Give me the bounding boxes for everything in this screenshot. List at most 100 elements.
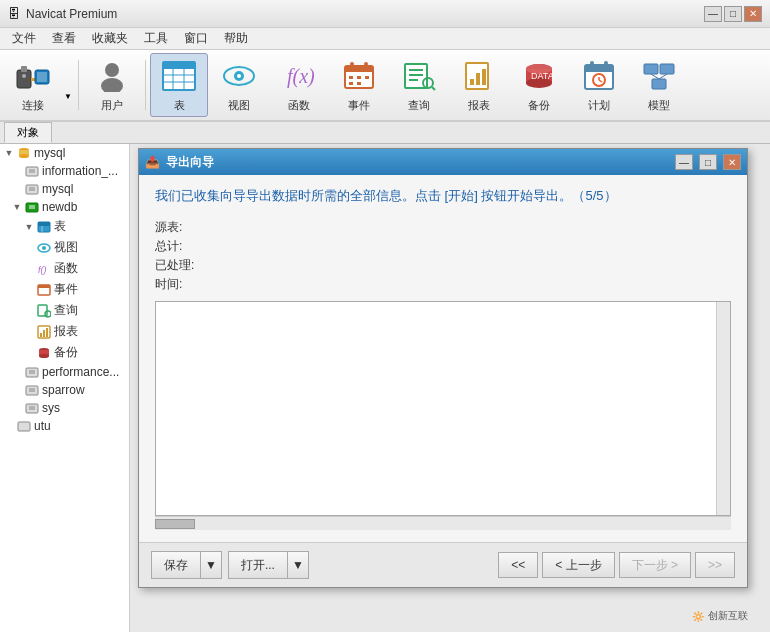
svg-rect-79 (46, 328, 48, 337)
app-close-btn[interactable]: ✕ (744, 6, 762, 22)
brand-text: 创新互联 (708, 609, 748, 623)
menu-file[interactable]: 文件 (4, 28, 44, 49)
newdb-label: newdb (42, 200, 77, 214)
svg-line-32 (432, 87, 435, 90)
horizontal-scrollbar[interactable] (155, 516, 731, 530)
backup-group-icon (37, 346, 51, 360)
title-bar: 🗄 Navicat Premium — □ ✕ (0, 0, 770, 28)
toolbar-connect-btn[interactable]: 连接 (4, 53, 62, 117)
menu-window[interactable]: 窗口 (176, 28, 216, 49)
app-maximize-btn[interactable]: □ (724, 6, 742, 22)
open-dropdown-btn[interactable]: ▼ (288, 552, 308, 578)
svg-point-56 (19, 154, 29, 158)
svg-rect-77 (40, 333, 42, 337)
time-label: 时间: (155, 276, 205, 293)
brand-icon: 🔆 (692, 611, 704, 622)
toolbar-schedule-btn[interactable]: 计划 (570, 53, 628, 117)
sidebar-item-newdb-view[interactable]: 视图 (0, 237, 129, 258)
sidebar-item-newdb[interactable]: ▼ newdb (0, 198, 129, 216)
toolbar-model-btn[interactable]: 模型 (630, 53, 688, 117)
sidebar-item-newdb-table[interactable]: ▼ 表 (0, 216, 129, 237)
model-label: 模型 (648, 98, 670, 113)
mysql-arrow: ▼ (4, 148, 14, 158)
menu-favorites[interactable]: 收藏夹 (84, 28, 136, 49)
svg-rect-0 (17, 70, 31, 88)
svg-text:f(): f() (38, 265, 47, 275)
svg-point-70 (42, 246, 46, 250)
svg-text:DATA: DATA (531, 71, 554, 81)
open-btn[interactable]: 打开... (229, 552, 287, 578)
schedule-label: 计划 (588, 98, 610, 113)
newtable-arrow: ▼ (24, 222, 34, 232)
total-label: 总计: (155, 238, 205, 255)
sidebar-item-sparrow[interactable]: sparrow (0, 381, 129, 399)
svg-rect-22 (349, 76, 353, 79)
user-icon (94, 58, 130, 94)
menu-view[interactable]: 查看 (44, 28, 84, 49)
vertical-scrollbar[interactable] (716, 302, 730, 515)
toolbar-user-btn[interactable]: 用户 (83, 53, 141, 117)
dialog-overlay: 📤 导出向导 — □ ✕ 我们已收集向导导出数据时所需的全部信息。点击 [开始]… (130, 144, 770, 632)
svg-rect-78 (43, 330, 45, 337)
sidebar-item-newdb-backup[interactable]: 备份 (0, 342, 129, 363)
newdb-event-label: 事件 (54, 281, 78, 298)
view-icon (221, 58, 257, 94)
dialog-minimize-btn[interactable]: — (675, 154, 693, 170)
toolbar-table-btn[interactable]: 表 (150, 53, 208, 117)
svg-rect-50 (660, 64, 674, 74)
query-icon (401, 58, 437, 94)
svg-line-53 (659, 74, 667, 79)
svg-point-6 (105, 63, 119, 77)
sidebar-item-utu[interactable]: utu (0, 417, 129, 435)
svg-point-20 (350, 62, 354, 66)
dialog-maximize-btn[interactable]: □ (699, 154, 717, 170)
svg-rect-19 (345, 66, 373, 72)
svg-text:f(x): f(x) (287, 65, 315, 88)
save-dropdown-btn[interactable]: ▼ (201, 552, 221, 578)
log-area[interactable] (155, 301, 731, 516)
sidebar-item-newdb-report[interactable]: 报表 (0, 321, 129, 342)
connect-icon (15, 58, 51, 94)
sidebar-item-newdb-event[interactable]: 事件 (0, 279, 129, 300)
content-area: 📤 导出向导 — □ ✕ 我们已收集向导导出数据时所需的全部信息。点击 [开始]… (130, 144, 770, 632)
toolbar-backup-btn[interactable]: DATA 备份 (510, 53, 568, 117)
dialog-close-btn[interactable]: ✕ (723, 154, 741, 170)
sidebar-item-newdb-query[interactable]: 查询 (0, 300, 129, 321)
connect-dropdown-btn[interactable]: ▼ (62, 53, 74, 117)
toolbar-event-btn[interactable]: 事件 (330, 53, 388, 117)
nav-prev-btn[interactable]: < 上一步 (542, 552, 614, 578)
dialog-footer: 保存 ▼ 打开... ▼ << < 上一步 下一步 > >> (139, 542, 747, 587)
dialog-message: 我们已收集向导导出数据时所需的全部信息。点击 [开始] 按钮开始导出。（5/5） (155, 187, 731, 205)
app-minimize-btn[interactable]: — (704, 6, 722, 22)
backup-label: 备份 (528, 98, 550, 113)
menu-tools[interactable]: 工具 (136, 28, 176, 49)
nav-next-btn[interactable]: 下一步 > (619, 552, 691, 578)
sidebar-item-sys[interactable]: sys (0, 399, 129, 417)
sidebar-item-newdb-func[interactable]: f() 函数 (0, 258, 129, 279)
function-icon: f(x) (281, 58, 317, 94)
tab-objects[interactable]: 对象 (4, 122, 52, 143)
backup-icon: DATA (521, 58, 557, 94)
nav-first-btn[interactable]: << (498, 552, 538, 578)
toolbar-function-btn[interactable]: f(x) 函数 (270, 53, 328, 117)
menu-help[interactable]: 帮助 (216, 28, 256, 49)
nav-last-btn[interactable]: >> (695, 552, 735, 578)
toolbar-report-btn[interactable]: 报表 (450, 53, 508, 117)
dialog-title-bar: 📤 导出向导 — □ ✕ (139, 149, 747, 175)
sidebar-item-information[interactable]: information_... (0, 162, 129, 180)
svg-rect-67 (38, 222, 50, 226)
sidebar-item-mysql-db[interactable]: mysql (0, 180, 129, 198)
toolbar-query-btn[interactable]: 查询 (390, 53, 448, 117)
db-icon (17, 146, 31, 160)
svg-rect-5 (37, 72, 47, 82)
save-btn[interactable]: 保存 (152, 552, 200, 578)
svg-rect-51 (652, 79, 666, 89)
sidebar-item-mysql[interactable]: ▼ mysql (0, 144, 129, 162)
svg-rect-73 (38, 285, 50, 288)
newdb-arrow: ▼ (12, 202, 22, 212)
hscroll-thumb[interactable] (155, 519, 195, 529)
table-group-icon (37, 220, 51, 234)
toolbar-view-btn[interactable]: 视图 (210, 53, 268, 117)
sidebar-item-performance[interactable]: performance... (0, 363, 129, 381)
event-group-icon (37, 283, 51, 297)
